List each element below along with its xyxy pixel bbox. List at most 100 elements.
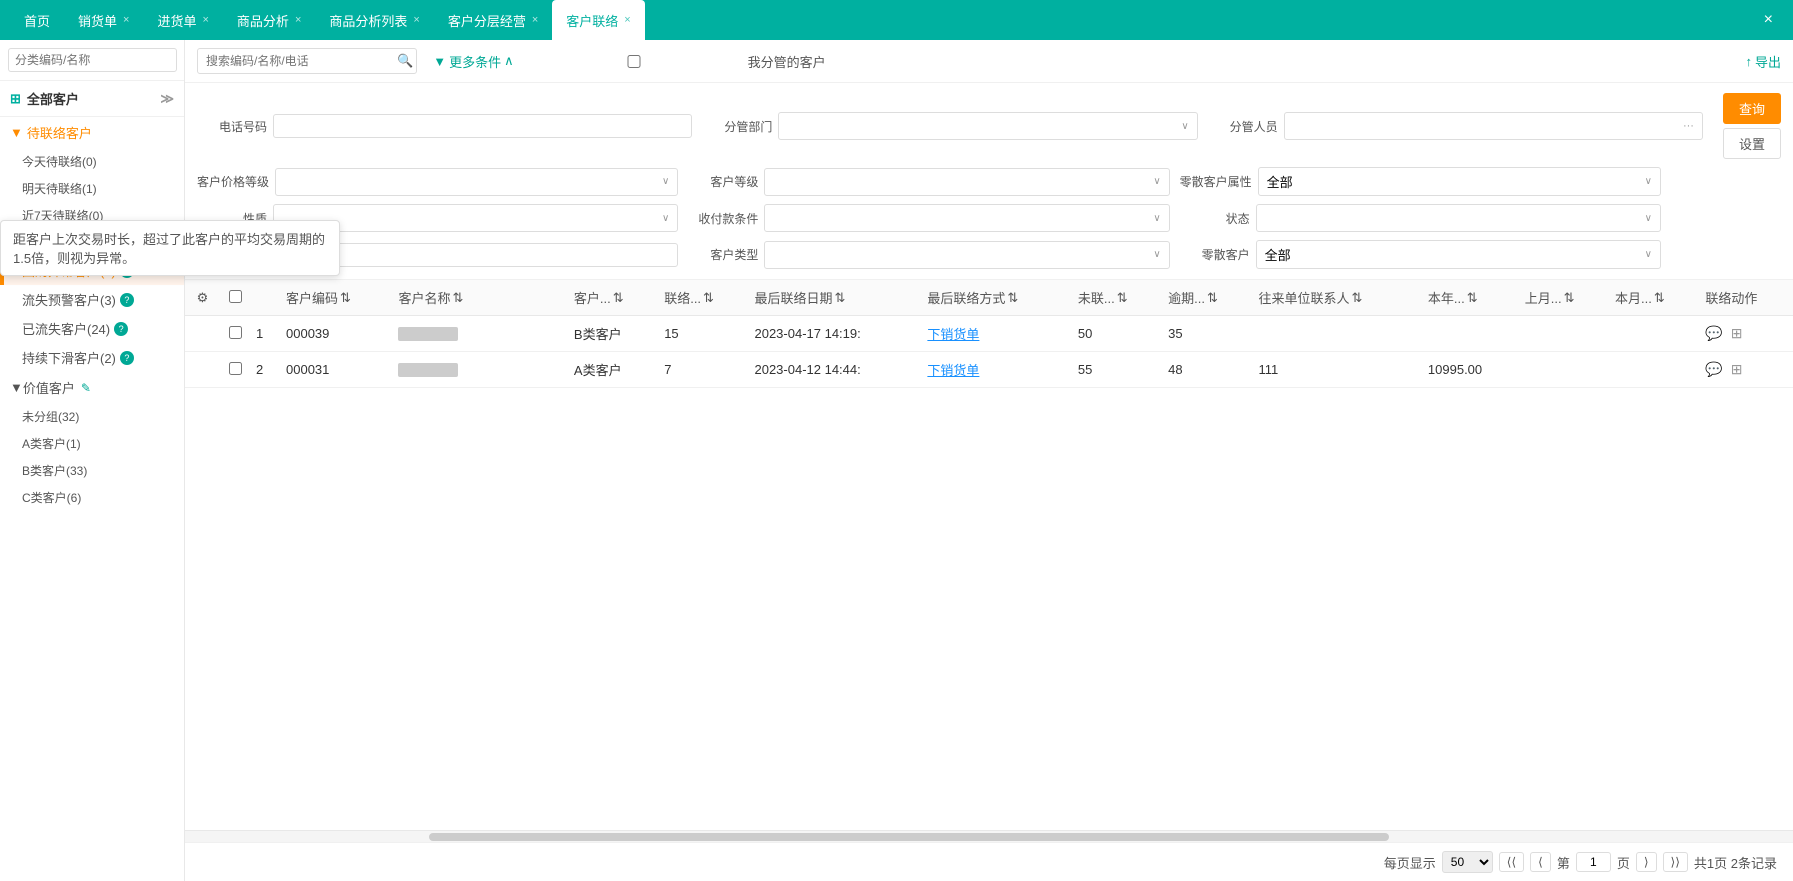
first-page-button[interactable]: ⟨⟨	[1499, 852, 1524, 872]
filter-customer-type-select[interactable]: ∨	[764, 241, 1169, 269]
filter-payment-select[interactable]: ∨	[764, 204, 1169, 232]
more-icon-2[interactable]: ⊞	[1731, 361, 1743, 378]
th-overdue[interactable]: 逾期... ⇅	[1162, 280, 1252, 316]
page-number-input[interactable]	[1576, 852, 1611, 872]
declining-info-icon[interactable]: ?	[120, 351, 134, 365]
th-this-month-sort[interactable]: 本月... ⇅	[1615, 288, 1693, 307]
scroll-thumb[interactable]	[429, 833, 1389, 841]
prev-page-button[interactable]: ⟨	[1530, 852, 1551, 872]
close-product-analysis-icon[interactable]: ×	[295, 14, 301, 26]
last-page-button[interactable]: ⟩⟩	[1663, 852, 1688, 872]
sidebar-item-declining[interactable]: 持续下滑客户(2) ?	[0, 343, 184, 372]
sidebar-search-input[interactable]	[8, 48, 177, 72]
filter-retail-attr-select[interactable]: 全部∨	[1258, 167, 1661, 196]
filter-dept-select[interactable]: ∨	[778, 112, 1197, 140]
edit-value-group-icon[interactable]: ✎	[81, 381, 91, 395]
sidebar-item-class-b[interactable]: B类客户(33)	[0, 457, 184, 484]
settings-button[interactable]: 设置	[1723, 128, 1781, 159]
th-checkbox[interactable]	[220, 280, 250, 316]
td-name-1	[392, 316, 567, 352]
sidebar-collapse-button[interactable]: ≫	[160, 91, 174, 107]
th-last-date[interactable]: 最后联络日期 ⇅	[748, 280, 921, 316]
sidebar-item-class-c[interactable]: C类客户(6)	[0, 484, 184, 511]
horizontal-scrollbar[interactable]	[185, 830, 1793, 842]
my-customers-check[interactable]	[524, 55, 744, 68]
filter-customer-type-label: 客户类型	[688, 246, 758, 263]
message-icon-1[interactable]: 💬	[1705, 325, 1722, 342]
th-uncontacted[interactable]: 未联... ⇅	[1072, 280, 1162, 316]
query-button[interactable]: 查询	[1723, 93, 1781, 124]
filter-customer-grade-select[interactable]: ∨	[764, 168, 1169, 196]
td-last-method-1[interactable]: 下销货单	[921, 316, 1071, 352]
export-button[interactable]: ↑ 导出	[1745, 52, 1781, 71]
sidebar-pending-group[interactable]: ▼ 待联络客户	[0, 117, 184, 148]
nav-customer-layered[interactable]: 客户分层经营 ×	[434, 0, 552, 40]
filter-price-grade-select[interactable]: ∨	[275, 168, 678, 196]
th-this-year[interactable]: 本年... ⇅	[1422, 280, 1519, 316]
th-last-month-sort[interactable]: 上月... ⇅	[1525, 288, 1603, 307]
filter-status-select[interactable]: ∨	[1256, 204, 1661, 232]
close-sales-order-icon[interactable]: ×	[123, 14, 129, 26]
th-unit-contact-sort[interactable]: 往来单位联系人 ⇅	[1258, 288, 1415, 307]
nav-product-analysis[interactable]: 商品分析 ×	[223, 0, 315, 40]
th-overdue-sort[interactable]: 逾期... ⇅	[1168, 288, 1246, 307]
sidebar-item-ungrouped[interactable]: 未分组(32)	[0, 403, 184, 430]
td-checkbox-1[interactable]	[220, 316, 250, 352]
th-type[interactable]: 客户... ⇅	[568, 280, 658, 316]
th-contact-count[interactable]: 联络... ⇅	[658, 280, 748, 316]
nav-customer-contact[interactable]: 客户联络 ×	[552, 0, 644, 40]
nav-sales-order[interactable]: 销货单 ×	[64, 0, 143, 40]
next-page-button[interactable]: ⟩	[1636, 852, 1657, 872]
th-code[interactable]: 客户编码 ⇅	[280, 280, 392, 316]
th-last-method-sort[interactable]: 最后联络方式 ⇅	[927, 288, 1065, 307]
per-page-select[interactable]: 50 100 200	[1442, 851, 1493, 873]
filter-person-select[interactable]: ···	[1284, 112, 1703, 140]
th-this-month[interactable]: 本月... ⇅	[1609, 280, 1699, 316]
th-settings[interactable]: ⚙	[185, 280, 220, 316]
th-name[interactable]: 客户名称 ⇅	[392, 280, 567, 316]
nav-home[interactable]: 首页	[10, 0, 64, 40]
more-icon-1[interactable]: ⊞	[1731, 325, 1743, 342]
close-customer-contact-icon[interactable]: ×	[624, 14, 630, 26]
filter-retail-customer-select[interactable]: 全部∨	[1256, 240, 1661, 269]
last-method-link-2[interactable]: 下销货单	[927, 363, 979, 378]
th-uncontacted-sort[interactable]: 未联... ⇅	[1078, 288, 1156, 307]
filter-phone-input[interactable]	[273, 114, 692, 138]
churned-info-icon[interactable]: ?	[114, 322, 128, 336]
search-icon[interactable]: 🔍	[397, 53, 413, 69]
th-last-method[interactable]: 最后联络方式 ⇅	[921, 280, 1071, 316]
more-conditions-button[interactable]: ▼ 更多条件 ∧	[433, 52, 513, 71]
sidebar-search-icon[interactable]: 🔍	[183, 52, 185, 68]
sidebar-item-churned[interactable]: 已流失客户(24) ?	[0, 314, 184, 343]
my-customers-checkbox[interactable]: 我分管的客户	[524, 52, 826, 71]
message-icon-2[interactable]: 💬	[1705, 361, 1722, 378]
row-checkbox-2[interactable]	[229, 362, 242, 375]
sidebar-item-class-a[interactable]: A类客户(1)	[0, 430, 184, 457]
th-unit-contact[interactable]: 往来单位联系人 ⇅	[1252, 280, 1421, 316]
nav-product-analysis-list[interactable]: 商品分析列表 ×	[315, 0, 433, 40]
td-last-method-2[interactable]: 下销货单	[921, 352, 1071, 388]
select-all-checkbox[interactable]	[229, 290, 242, 303]
th-this-year-sort[interactable]: 本年... ⇅	[1428, 288, 1513, 307]
th-name-sort[interactable]: 客户名称 ⇅	[398, 288, 561, 307]
sidebar-item-churn-warning[interactable]: 流失预警客户(3) ?	[0, 285, 184, 314]
th-type-sort[interactable]: 客户... ⇅	[574, 288, 652, 307]
close-customer-layered-icon[interactable]: ×	[532, 14, 538, 26]
sidebar-value-group[interactable]: ▼ 价值客户 ✎	[0, 372, 184, 403]
row-checkbox-1[interactable]	[229, 326, 242, 339]
last-method-link-1[interactable]: 下销货单	[927, 327, 979, 342]
churn-warning-info-icon[interactable]: ?	[120, 293, 134, 307]
th-last-month[interactable]: 上月... ⇅	[1519, 280, 1609, 316]
close-product-analysis-list-icon[interactable]: ×	[413, 14, 419, 26]
sidebar-all-customers-header: ⊞ 全部客户 ≫	[0, 81, 184, 117]
sidebar-item-today-pending[interactable]: 今天待联络(0)	[0, 148, 184, 175]
th-last-date-sort[interactable]: 最后联络日期 ⇅	[754, 288, 915, 307]
td-checkbox-2[interactable]	[220, 352, 250, 388]
nav-purchase-order[interactable]: 进货单 ×	[143, 0, 222, 40]
th-code-sort[interactable]: 客户编码 ⇅	[286, 288, 386, 307]
sidebar-item-tomorrow-pending[interactable]: 明天待联络(1)	[0, 175, 184, 202]
window-close-button[interactable]: ×	[1754, 11, 1783, 29]
search-input[interactable]	[197, 48, 417, 74]
close-purchase-order-icon[interactable]: ×	[202, 14, 208, 26]
th-contact-count-sort[interactable]: 联络... ⇅	[664, 288, 742, 307]
